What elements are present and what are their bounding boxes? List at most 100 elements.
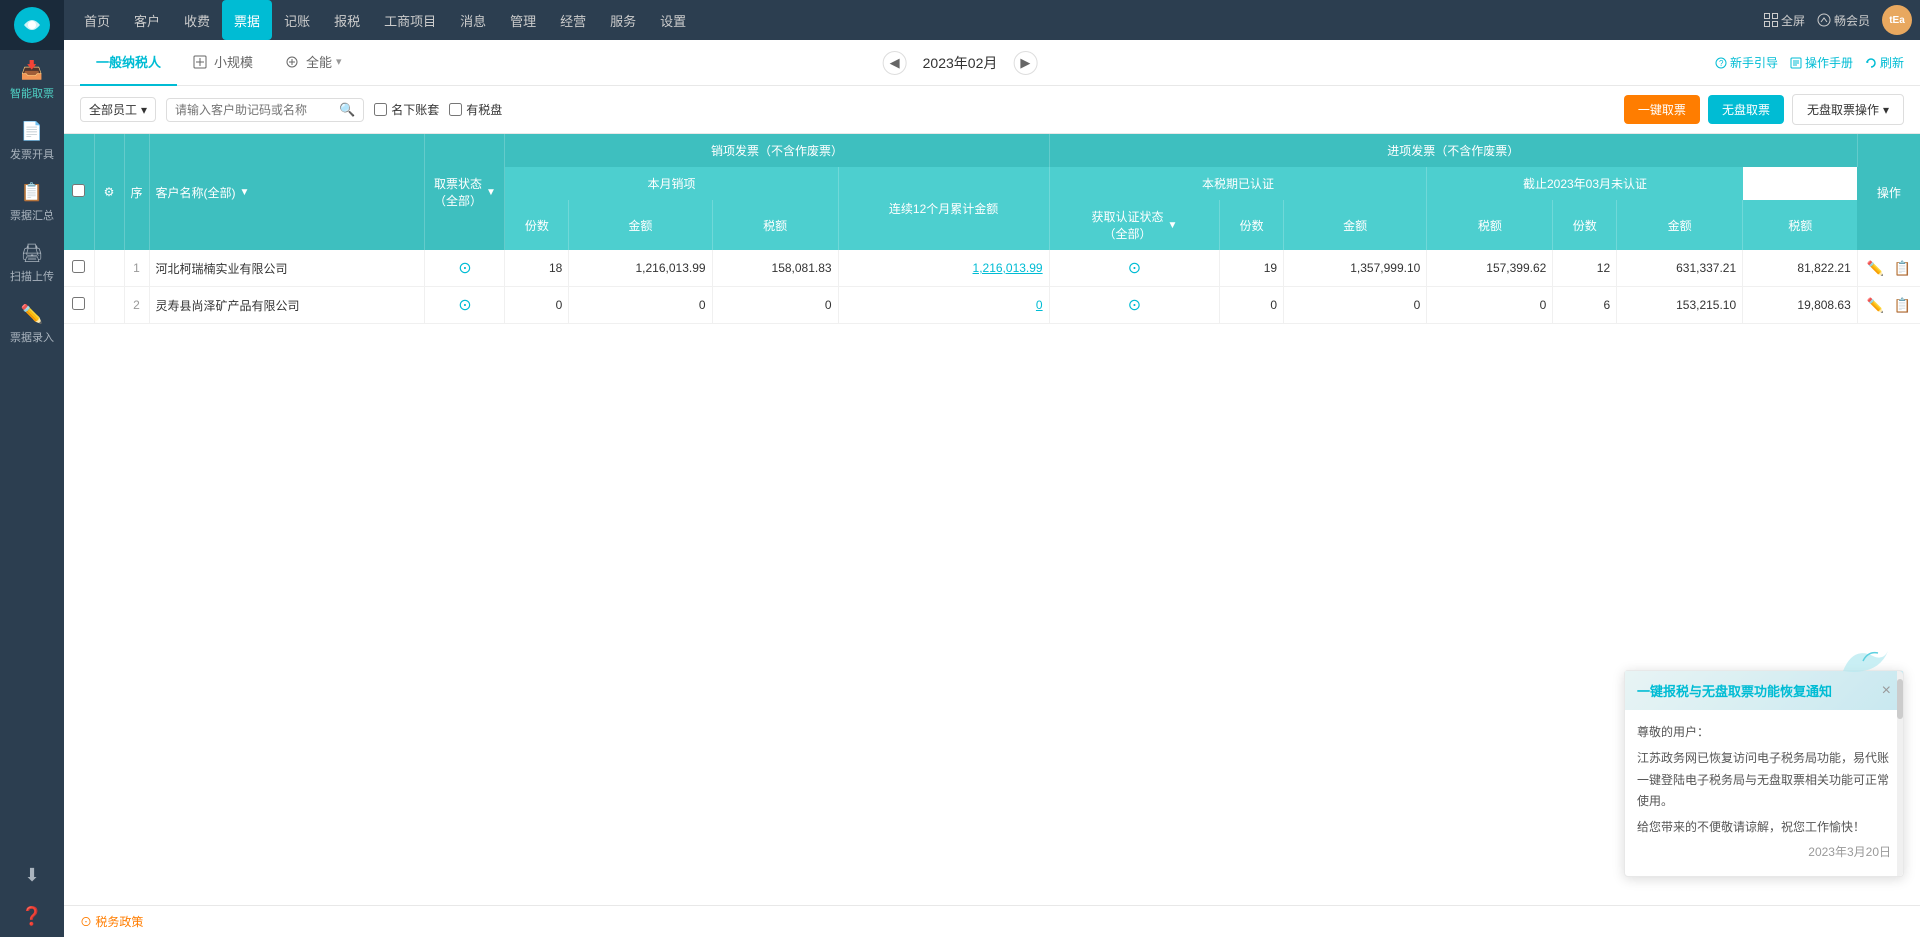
row-period-tax: 157,399.62 — [1427, 250, 1553, 287]
notif-decoration — [1833, 641, 1893, 681]
th-sales-group: 销项发票（不含作废票） — [505, 134, 1049, 167]
nav-message[interactable]: 消息 — [448, 0, 498, 40]
no-disk-fetch-button[interactable]: 无盘取票 — [1708, 95, 1784, 124]
sidebar-item-smart-fetch[interactable]: 📥 智能取票 — [0, 50, 64, 111]
row-month-count: 0 — [505, 287, 569, 324]
th-undone-amount: 金额 — [1617, 200, 1743, 250]
notification-date: 2023年3月20日 — [1637, 842, 1891, 864]
top-navigation: 首页 客户 收费 票据 记账 报税 工商项目 消息 管理 经营 服务 设置 全屏… — [64, 0, 1920, 40]
edit-icon[interactable]: ✏️ — [1867, 297, 1884, 313]
sidebar-item-invoice-summary[interactable]: 📋 票据汇总 — [0, 172, 64, 233]
nav-accounting[interactable]: 记账 — [272, 0, 322, 40]
row-cum-amount[interactable]: 1,216,013.99 — [838, 250, 1049, 287]
row-month-amount: 0 — [569, 287, 712, 324]
employee-select-dropdown-icon: ▾ — [141, 103, 147, 117]
row-settings — [94, 287, 124, 324]
row-month-tax: 158,081.83 — [712, 250, 838, 287]
tab-bar: 一般纳税人 小规模 全能 ▾ ◀ 2023年02月 ▶ ? 新手引导 — [64, 40, 1920, 86]
row-month-amount: 1,216,013.99 — [569, 250, 712, 287]
notification-close-button[interactable]: × — [1882, 682, 1891, 700]
tab-small[interactable]: 小规模 — [177, 40, 269, 86]
nav-manage[interactable]: 管理 — [498, 0, 548, 40]
nav-tax[interactable]: 报税 — [322, 0, 372, 40]
tab-all[interactable]: 全能 ▾ — [269, 40, 358, 86]
one-click-fetch-button[interactable]: 一键取票 — [1624, 95, 1700, 124]
manual-button[interactable]: 操作手册 — [1790, 54, 1853, 71]
th-month-amount: 金额 — [569, 200, 712, 250]
nav-business[interactable]: 工商项目 — [372, 0, 448, 40]
employee-select[interactable]: 全部员工 ▾ — [80, 97, 156, 122]
search-icon[interactable]: 🔍 — [339, 102, 355, 118]
th-actions: 操作 — [1857, 134, 1920, 250]
nav-invoice[interactable]: 票据 — [222, 0, 272, 40]
scan-upload-icon: 🖨 — [21, 243, 44, 264]
next-month-button[interactable]: ▶ — [1013, 51, 1037, 75]
sidebar-item-data-entry[interactable]: ✏️ 票据录入 — [0, 294, 64, 355]
tab-all-dropdown[interactable]: ▾ — [336, 55, 342, 68]
new-guide-button[interactable]: ? 新手引导 — [1715, 54, 1778, 71]
member-button[interactable]: 畅会员 — [1817, 12, 1870, 29]
th-month-sales: 本月销项 — [505, 167, 838, 200]
th-checkbox — [64, 134, 94, 250]
my-accounts-check[interactable] — [374, 103, 387, 116]
refresh-button[interactable]: 刷新 — [1865, 54, 1904, 71]
no-disk-ops-button[interactable]: 无盘取票操作 ▾ — [1792, 94, 1904, 125]
nav-operation[interactable]: 经营 — [548, 0, 598, 40]
tab-general[interactable]: 一般纳税人 — [80, 40, 177, 86]
fullscreen-button[interactable]: 全屏 — [1764, 12, 1805, 29]
toolbar: 全部员工 ▾ 🔍 名下账套 有税盘 一键取票 无盘取票 无盘取票操作 ▾ — [64, 86, 1920, 134]
sidebar-item-help[interactable]: ❓ — [0, 896, 64, 937]
row-fetch-status: ⊙ — [425, 250, 505, 287]
notification-apology: 给您带来的不便敬请谅解，祝您工作愉快！ — [1637, 817, 1891, 839]
sidebar-item-issue-invoice[interactable]: 📄 发票开具 — [0, 111, 64, 172]
select-all-checkbox[interactable] — [72, 184, 85, 197]
user-avatar[interactable]: tEa — [1882, 5, 1912, 35]
row-period-amount: 1,357,999.10 — [1284, 250, 1427, 287]
row-actions: ✏️ 📋 — [1857, 287, 1920, 324]
row-undone-count: 6 — [1553, 287, 1617, 324]
customer-filter-icon[interactable]: ▼ — [240, 187, 250, 198]
row-check-1[interactable] — [72, 297, 85, 310]
nav-billing[interactable]: 收费 — [172, 0, 222, 40]
tax-policy-link[interactable]: ⊙ 税务政策 — [80, 913, 143, 930]
row-check-0[interactable] — [72, 260, 85, 273]
has-taxdisk-check[interactable] — [449, 103, 462, 116]
row-cert-status: ⊙ — [1049, 250, 1220, 287]
notification-body: 尊敬的用户： 江苏政务网已恢复访问电子税务局功能，易代账一键登陆电子税务局与无盘… — [1625, 710, 1903, 876]
copy-icon[interactable]: 📋 — [1894, 297, 1911, 313]
invoice-summary-icon: 📋 — [21, 182, 43, 203]
fetch-status-filter-icon[interactable]: ▼ — [486, 187, 496, 198]
has-taxdisk-checkbox[interactable]: 有税盘 — [449, 101, 502, 118]
copy-icon[interactable]: 📋 — [1894, 260, 1911, 276]
th-customer: 客户名称(全部) ▼ — [149, 134, 425, 250]
data-entry-icon: ✏️ — [21, 304, 43, 325]
edit-icon[interactable]: ✏️ — [1867, 260, 1884, 276]
my-accounts-checkbox[interactable]: 名下账套 — [374, 101, 439, 118]
row-period-tax: 0 — [1427, 287, 1553, 324]
row-cum-amount[interactable]: 0 — [838, 287, 1049, 324]
nav-home[interactable]: 首页 — [72, 0, 122, 40]
row-cert-status: ⊙ — [1049, 287, 1220, 324]
sidebar-item-download[interactable]: ⬇ — [0, 855, 64, 896]
row-num: 2 — [124, 287, 149, 324]
notification-title: 一键报税与无盘取票功能恢复通知 — [1637, 681, 1832, 700]
row-undone-tax: 19,808.63 — [1743, 287, 1858, 324]
row-customer: 河北柯瑞楠实业有限公司 — [149, 250, 425, 287]
row-actions: ✏️ 📋 — [1857, 250, 1920, 287]
sidebar-item-scan-upload[interactable]: 🖨 扫描上传 — [0, 233, 64, 294]
row-month-count: 18 — [505, 250, 569, 287]
th-month-tax: 税额 — [712, 200, 838, 250]
nav-service[interactable]: 服务 — [598, 0, 648, 40]
th-undone-count: 份数 — [1553, 200, 1617, 250]
search-input[interactable] — [175, 103, 335, 117]
th-period-certified: 本税期已认证 — [1049, 167, 1427, 200]
prev-month-button[interactable]: ◀ — [883, 51, 907, 75]
nav-client[interactable]: 客户 — [122, 0, 172, 40]
th-settings: ⚙ — [94, 134, 124, 250]
notification-scrollbar — [1897, 671, 1903, 876]
th-purchase-group: 进项发票（不含作废票） — [1049, 134, 1857, 167]
notification-text: 江苏政务网已恢复访问电子税务局功能，易代账一键登陆电子税务局与无盘取票相关功能可… — [1637, 748, 1891, 813]
nav-settings[interactable]: 设置 — [648, 0, 698, 40]
row-checkbox — [64, 287, 94, 324]
cert-status-filter-icon[interactable]: ▼ — [1167, 220, 1177, 231]
